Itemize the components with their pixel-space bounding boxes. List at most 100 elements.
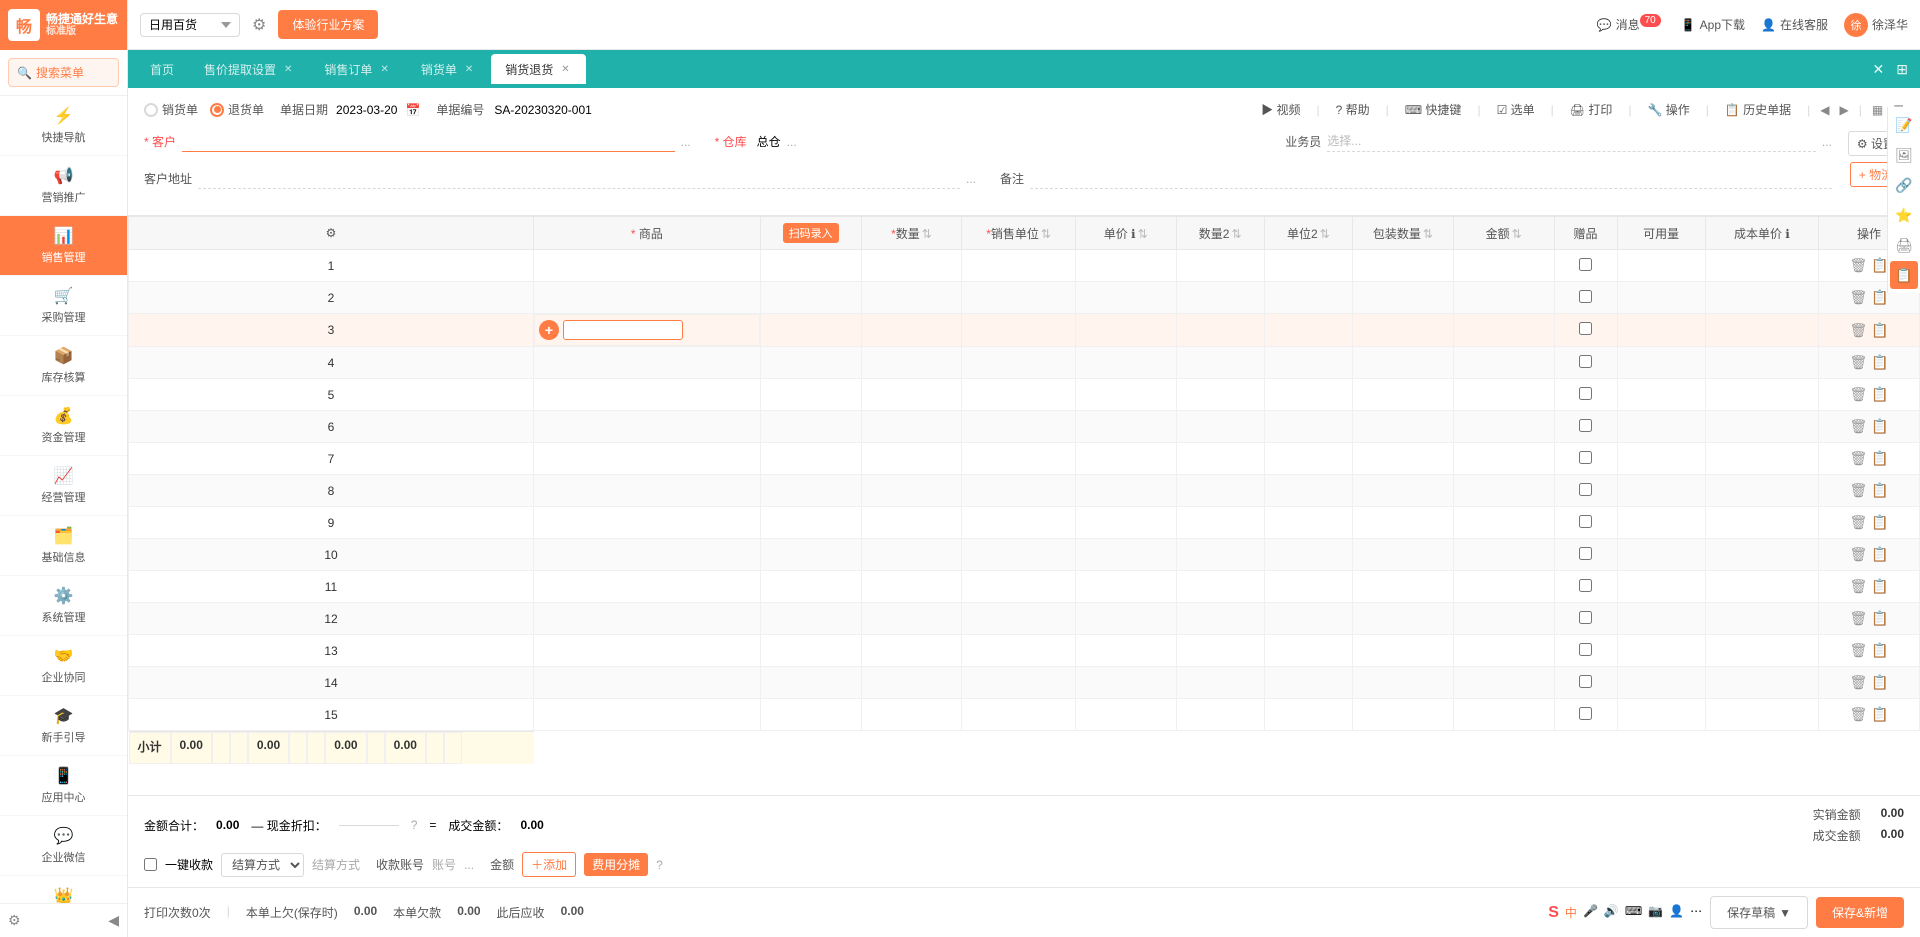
gift-checkbox[interactable]	[1579, 451, 1592, 464]
taskbar-icon-mic[interactable]: 🎤	[1583, 904, 1598, 922]
copy-row-icon[interactable]: 📋	[1871, 450, 1888, 467]
shortcut-btn[interactable]: ⌨ 快捷键	[1399, 98, 1468, 121]
category-select[interactable]: 日用百货	[140, 13, 240, 37]
remark-input[interactable]	[1030, 168, 1832, 189]
gift-checkbox[interactable]	[1579, 290, 1592, 303]
sidebar-item-marketing[interactable]: 📢 营销推广	[0, 156, 127, 216]
right-toolbar-print[interactable]: 🖨	[1890, 231, 1918, 259]
delete-row-icon[interactable]: 🗑	[1849, 289, 1867, 306]
quick-payment-checkbox[interactable]	[144, 858, 157, 871]
history-btn[interactable]: 📋 历史单据	[1719, 98, 1797, 121]
calc-method-select[interactable]: 结算方式	[221, 853, 304, 877]
calendar-icon[interactable]: 📅	[405, 103, 420, 117]
nav-prev-icon[interactable]: ◀	[1820, 103, 1829, 117]
help-btn[interactable]: ? 帮助	[1330, 98, 1376, 121]
service-button[interactable]: 👤 在线客服	[1761, 16, 1828, 33]
delete-row-icon[interactable]: 🗑	[1849, 578, 1867, 595]
sidebar-item-purchase[interactable]: 🛒 采购管理	[0, 276, 127, 336]
search-menu-button[interactable]: 🔍 搜索菜单	[8, 58, 119, 87]
tab-close-icon[interactable]: ✕	[378, 62, 390, 77]
sidebar-item-operations[interactable]: 📈 经营管理	[0, 456, 127, 516]
address-dots[interactable]: ...	[966, 172, 976, 186]
gift-checkbox[interactable]	[1579, 483, 1592, 496]
tab-sale-order[interactable]: 销售订单 ✕	[310, 54, 404, 84]
taskbar-icon-vol[interactable]: 🔊	[1604, 904, 1619, 922]
th-gear[interactable]: ⚙	[129, 217, 534, 250]
goods-input-active[interactable]	[563, 320, 683, 340]
delete-row-icon[interactable]: 🗑	[1849, 354, 1867, 371]
gift-checkbox[interactable]	[1579, 611, 1592, 624]
close-tab-button[interactable]: ✕	[1869, 57, 1889, 82]
salesperson-dots[interactable]: ...	[1822, 135, 1832, 149]
delete-row-icon[interactable]: 🗑	[1849, 257, 1867, 274]
delete-row-icon[interactable]: 🗑	[1849, 706, 1867, 723]
copy-row-icon[interactable]: 📋	[1871, 706, 1888, 723]
copy-row-icon[interactable]: 📋	[1871, 546, 1888, 563]
tab-sale-return[interactable]: 销货退货 ✕	[491, 54, 585, 84]
settings-icon[interactable]: ⚙	[8, 912, 21, 929]
sidebar-item-shortcut[interactable]: ⚡ 快捷导航	[0, 96, 127, 156]
delete-row-icon[interactable]: 🗑	[1849, 386, 1867, 403]
tab-home[interactable]: 首页	[136, 54, 188, 84]
delete-row-icon[interactable]: 🗑	[1849, 450, 1867, 467]
save-draft-button[interactable]: 保存草稿 ▼	[1710, 896, 1808, 929]
gear-icon[interactable]: ⚙	[248, 11, 270, 39]
copy-row-icon[interactable]: 📋	[1871, 482, 1888, 499]
sidebar-item-newbie[interactable]: 🎓 新手引导	[0, 696, 127, 756]
gift-checkbox[interactable]	[1579, 579, 1592, 592]
copy-row-icon[interactable]: 📋	[1871, 578, 1888, 595]
right-toolbar-link[interactable]: 🔗	[1890, 171, 1918, 199]
copy-row-icon[interactable]: 📋	[1871, 354, 1888, 371]
sidebar-item-wechat[interactable]: 💬 企业微信	[0, 816, 127, 876]
expand-tab-button[interactable]: ⊞	[1892, 57, 1912, 82]
gift-checkbox[interactable]	[1579, 258, 1592, 271]
delete-row-icon[interactable]: 🗑	[1849, 546, 1867, 563]
copy-row-icon[interactable]: 📋	[1871, 322, 1888, 339]
sidebar-item-basic[interactable]: 🗂️ 基础信息	[0, 516, 127, 576]
tab-sale-settings[interactable]: 售价提取设置 ✕	[190, 54, 308, 84]
sidebar-item-sales[interactable]: 📊 销售管理	[0, 216, 127, 276]
right-toolbar-star[interactable]: ⭐	[1890, 201, 1918, 229]
delete-row-icon[interactable]: 🗑	[1849, 322, 1867, 339]
sidebar-item-system[interactable]: ⚙️ 系统管理	[0, 576, 127, 636]
gift-checkbox[interactable]	[1579, 707, 1592, 720]
video-btn[interactable]: ▶ 视频	[1255, 98, 1306, 121]
calc-method-link[interactable]: 结算方式	[312, 856, 360, 873]
taskbar-icon-person[interactable]: 👤	[1669, 904, 1684, 922]
sidebar-item-apps[interactable]: 📱 应用中心	[0, 756, 127, 816]
add-row-button[interactable]: +	[539, 320, 559, 340]
radio-delivery[interactable]: 销货单	[144, 101, 198, 118]
gift-checkbox[interactable]	[1579, 419, 1592, 432]
gift-checkbox[interactable]	[1579, 675, 1592, 688]
gift-checkbox[interactable]	[1579, 643, 1592, 656]
trial-button[interactable]: 体验行业方案	[278, 10, 378, 39]
add-fee-button[interactable]: ＋添加	[522, 852, 576, 877]
delete-row-icon[interactable]: 🗑	[1849, 674, 1867, 691]
delete-row-icon[interactable]: 🗑	[1849, 610, 1867, 627]
gift-checkbox[interactable]	[1579, 387, 1592, 400]
copy-row-icon[interactable]: 📋	[1871, 642, 1888, 659]
taskbar-icon-dots[interactable]: ⋯	[1690, 904, 1702, 922]
scan-button[interactable]: 扫码录入	[783, 223, 839, 243]
tab-close-icon[interactable]: ✕	[463, 62, 475, 77]
message-button[interactable]: 💬 消息 70	[1597, 16, 1665, 33]
collapse-icon[interactable]: ◀	[108, 912, 119, 929]
sidebar-item-inventory[interactable]: 📦 库存核算	[0, 336, 127, 396]
copy-row-icon[interactable]: 📋	[1871, 514, 1888, 531]
select-btn[interactable]: ☑ 选单	[1491, 98, 1541, 121]
taskbar-icon-cam[interactable]: 📷	[1648, 904, 1663, 922]
copy-row-icon[interactable]: 📋	[1871, 386, 1888, 403]
warehouse-dots[interactable]: ...	[787, 135, 797, 149]
cash-help-icon[interactable]: ?	[411, 818, 418, 832]
account-dots[interactable]: ...	[464, 858, 474, 872]
delete-row-icon[interactable]: 🗑	[1849, 482, 1867, 499]
copy-row-icon[interactable]: 📋	[1871, 610, 1888, 627]
right-toolbar-image[interactable]: 🖼	[1890, 141, 1918, 169]
salesperson-input[interactable]	[1327, 131, 1816, 152]
customer-input[interactable]	[182, 131, 675, 152]
tab-close-icon[interactable]: ✕	[559, 62, 571, 77]
delete-row-icon[interactable]: 🗑	[1849, 514, 1867, 531]
print-btn[interactable]: 🖨 打印	[1564, 98, 1619, 121]
th-scan[interactable]: 扫码录入	[760, 217, 861, 250]
customer-dots[interactable]: ...	[681, 135, 691, 149]
